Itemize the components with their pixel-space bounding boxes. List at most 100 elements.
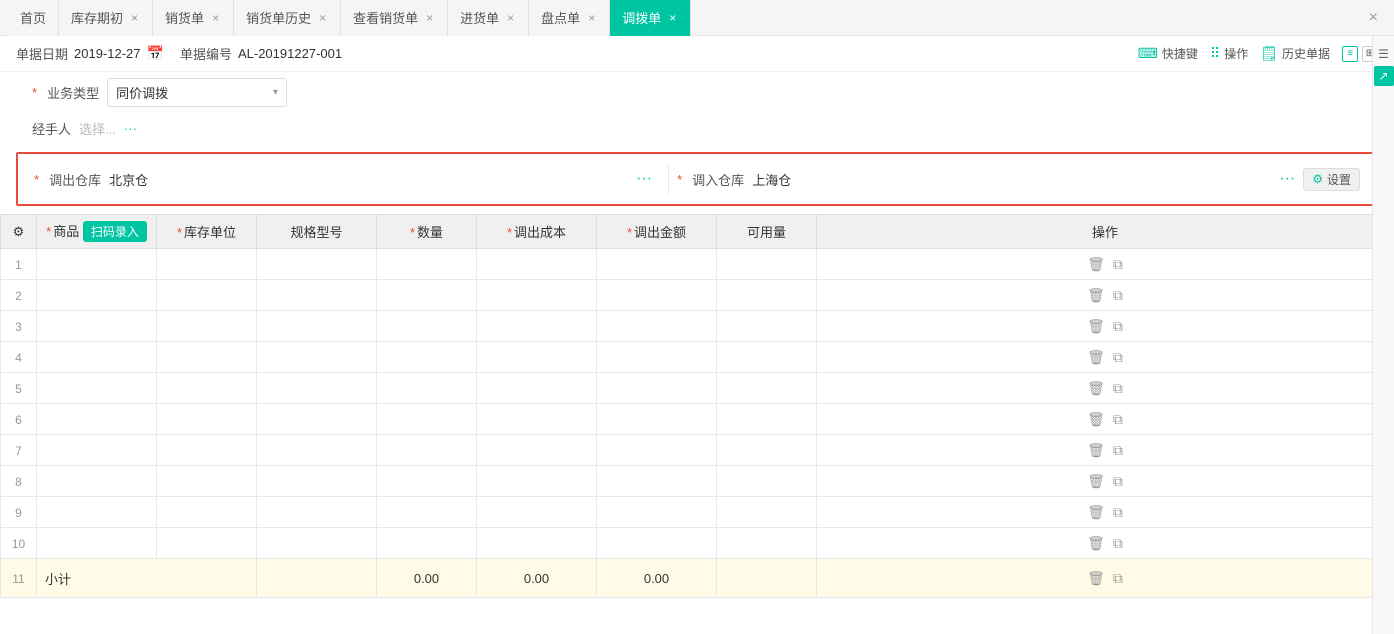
amount-cell[interactable] [597, 404, 717, 435]
tab-sales-history[interactable]: 销货单历史 × [234, 0, 341, 36]
delete-icon[interactable]: 🗑 [1087, 380, 1105, 397]
calendar-icon[interactable]: 📅 [147, 45, 164, 62]
spec-cell[interactable] [257, 342, 377, 373]
cost-cell[interactable] [477, 249, 597, 280]
amount-cell[interactable] [597, 435, 717, 466]
copy-icon[interactable]: ⧉ [1113, 473, 1123, 490]
available-cell[interactable] [717, 280, 817, 311]
spec-cell[interactable] [257, 466, 377, 497]
close-inventory-check[interactable]: × [586, 11, 597, 25]
close-purchase-order[interactable]: × [505, 11, 516, 25]
delete-icon[interactable]: 🗑 [1087, 349, 1105, 366]
unit-cell[interactable] [157, 249, 257, 280]
unit-cell[interactable] [157, 466, 257, 497]
spec-cell[interactable] [257, 249, 377, 280]
copy-icon[interactable]: ⧉ [1113, 411, 1123, 428]
available-cell[interactable] [717, 342, 817, 373]
product-cell[interactable] [37, 280, 157, 311]
out-warehouse-value[interactable]: 北京仓 [109, 170, 148, 189]
product-cell[interactable] [37, 466, 157, 497]
close-all-tabs[interactable]: × [1361, 9, 1386, 27]
spec-cell[interactable] [257, 280, 377, 311]
amount-cell[interactable] [597, 373, 717, 404]
product-cell[interactable] [37, 404, 157, 435]
out-warehouse-more[interactable]: ··· [628, 170, 660, 188]
product-cell[interactable] [37, 373, 157, 404]
product-cell[interactable] [37, 497, 157, 528]
copy-icon[interactable]: ⧉ [1113, 570, 1123, 587]
spec-cell[interactable] [257, 528, 377, 559]
cost-cell[interactable] [477, 373, 597, 404]
product-cell[interactable] [37, 342, 157, 373]
spec-cell[interactable] [257, 311, 377, 342]
cost-cell[interactable] [477, 435, 597, 466]
product-cell[interactable] [37, 435, 157, 466]
available-cell[interactable] [717, 528, 817, 559]
copy-icon[interactable]: ⧉ [1113, 535, 1123, 552]
in-warehouse-more[interactable]: ··· [1271, 170, 1303, 188]
delete-icon[interactable]: 🗑 [1087, 442, 1105, 459]
tab-transfer-order[interactable]: 调拨单 × [610, 0, 691, 36]
unit-cell[interactable] [157, 342, 257, 373]
history-btn[interactable]: 🗒 历史单据 [1260, 45, 1330, 62]
cost-cell[interactable] [477, 497, 597, 528]
settings-button[interactable]: ⚙ 设置 [1303, 168, 1360, 191]
close-transfer-order[interactable]: × [667, 11, 678, 25]
spec-cell[interactable] [257, 435, 377, 466]
copy-icon[interactable]: ⧉ [1113, 504, 1123, 521]
qty-cell[interactable] [377, 280, 477, 311]
close-sales-history[interactable]: × [317, 11, 328, 25]
unit-cell[interactable] [157, 280, 257, 311]
product-cell[interactable] [37, 249, 157, 280]
tab-inventory-init[interactable]: 库存期初 × [59, 0, 153, 36]
unit-cell[interactable] [157, 373, 257, 404]
delete-icon[interactable]: 🗑 [1087, 256, 1105, 273]
tab-purchase-order[interactable]: 进货单 × [448, 0, 529, 36]
qty-cell[interactable] [377, 466, 477, 497]
qty-cell[interactable] [377, 528, 477, 559]
copy-icon[interactable]: ⧉ [1113, 380, 1123, 397]
qty-cell[interactable] [377, 497, 477, 528]
delete-icon[interactable]: 🗑 [1087, 318, 1105, 335]
available-cell[interactable] [717, 373, 817, 404]
product-cell[interactable] [37, 311, 157, 342]
spec-cell[interactable] [257, 404, 377, 435]
cost-cell[interactable] [477, 466, 597, 497]
unit-cell[interactable] [157, 435, 257, 466]
th-gear[interactable]: ⚙ [1, 215, 37, 249]
qty-cell[interactable] [377, 311, 477, 342]
delete-icon[interactable]: 🗑 [1087, 535, 1105, 552]
qty-cell[interactable] [377, 435, 477, 466]
tab-home[interactable]: 首页 [8, 0, 59, 36]
business-select[interactable]: 同价调拨 ▾ [107, 78, 287, 107]
copy-icon[interactable]: ⧉ [1113, 442, 1123, 459]
spec-cell[interactable] [257, 373, 377, 404]
code-value[interactable]: AL-20191227-001 [238, 46, 342, 61]
delete-icon[interactable]: 🗑 [1087, 570, 1105, 587]
close-view-sales[interactable]: × [424, 11, 435, 25]
tab-inventory-check[interactable]: 盘点单 × [529, 0, 610, 36]
copy-icon[interactable]: ⧉ [1113, 349, 1123, 366]
person-more-icon[interactable]: ··· [124, 121, 137, 136]
scan-input-btn[interactable]: 扫码录入 [83, 221, 147, 242]
unit-cell[interactable] [157, 497, 257, 528]
delete-icon[interactable]: 🗑 [1087, 473, 1105, 490]
amount-cell[interactable] [597, 466, 717, 497]
date-value[interactable]: 2019-12-27 [74, 46, 141, 61]
unit-cell[interactable] [157, 528, 257, 559]
close-inventory-init[interactable]: × [129, 11, 140, 25]
amount-cell[interactable] [597, 249, 717, 280]
product-cell[interactable] [37, 528, 157, 559]
available-cell[interactable] [717, 311, 817, 342]
delete-icon[interactable]: 🗑 [1087, 287, 1105, 304]
copy-icon[interactable]: ⧉ [1113, 318, 1123, 335]
person-input[interactable]: 选择... [79, 119, 116, 138]
unit-cell[interactable] [157, 311, 257, 342]
available-cell[interactable] [717, 497, 817, 528]
qty-cell[interactable] [377, 404, 477, 435]
available-cell[interactable] [717, 404, 817, 435]
amount-cell[interactable] [597, 280, 717, 311]
in-warehouse-value[interactable]: 上海仓 [752, 170, 791, 189]
sidebar-list-icon[interactable]: ☰ [1374, 44, 1394, 64]
operations-btn[interactable]: ⠿ 操作 [1210, 45, 1248, 62]
